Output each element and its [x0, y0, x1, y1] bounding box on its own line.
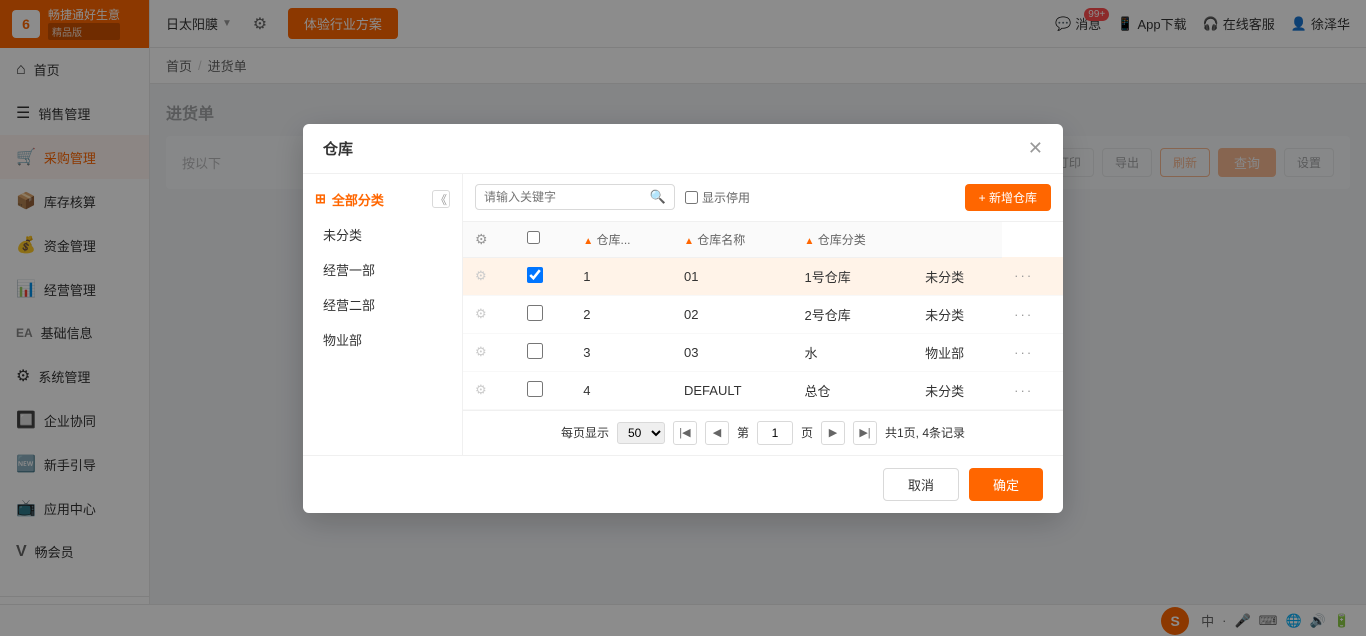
row-name: 2号仓库 [793, 295, 914, 333]
row-category: 未分类 [913, 295, 1002, 333]
row-code: DEFAULT [672, 371, 793, 409]
table-row[interactable]: ⚙ 4 DEFAULT 总仓 未分类 ··· [463, 371, 1063, 409]
next-page-button[interactable]: ▶ [821, 421, 845, 445]
row-index: 1 [571, 257, 672, 295]
row-action-dots[interactable]: ··· [1014, 268, 1033, 283]
row-gear-cell: ⚙ [463, 333, 515, 371]
category-header[interactable]: ⊞ 全部分类 《 [303, 182, 462, 217]
table-row[interactable]: ⚙ 3 03 水 物业部 ··· [463, 333, 1063, 371]
sort-name-icon: ▲ [684, 236, 694, 247]
col-code[interactable]: ▲ 仓库... [571, 222, 672, 258]
collapse-button[interactable]: 《 [432, 190, 450, 208]
row-gear-cell: ⚙ [463, 295, 515, 333]
row-category: 物业部 [913, 333, 1002, 371]
row-name: 1号仓库 [793, 257, 914, 295]
category-item-ops1[interactable]: 经营一部 [303, 252, 462, 287]
row-code: 03 [672, 333, 793, 371]
col-name[interactable]: ▲ 仓库名称 [672, 222, 793, 258]
last-page-button[interactable]: ▶| [853, 421, 877, 445]
cancel-button[interactable]: 取消 [883, 468, 959, 501]
row-checkbox-cell [515, 257, 572, 295]
category-panel: ⊞ 全部分类 《 未分类 经营一部 经营二部 物业部 [303, 174, 463, 455]
dialog-body: ⊞ 全部分类 《 未分类 经营一部 经营二部 物业部 🔍 [303, 174, 1063, 455]
page-number-input[interactable] [757, 421, 793, 445]
row-name: 水 [793, 333, 914, 371]
row-gear-cell: ⚙ [463, 257, 515, 295]
dialog-title: 仓库 [323, 138, 353, 159]
table-header-row: ⚙ ▲ 仓库... ▲ 仓库名称 ▲ 仓库分类 [463, 222, 1063, 258]
per-page-select[interactable]: 50 [617, 422, 665, 444]
row-gear-icon: ⚙ [475, 306, 487, 321]
category-item-unclassified[interactable]: 未分类 [303, 217, 462, 252]
row-action-dots[interactable]: ··· [1014, 383, 1033, 398]
table-row[interactable]: ⚙ 1 01 1号仓库 未分类 ··· [463, 257, 1063, 295]
row-gear-cell: ⚙ [463, 371, 515, 409]
dialog-close-button[interactable]: ✕ [1028, 138, 1043, 159]
page-label-post: 页 [801, 424, 813, 441]
warehouse-table: ⚙ ▲ 仓库... ▲ 仓库名称 ▲ 仓库分类 ⚙ 1 01 1号 [463, 222, 1063, 410]
grid-icon: ⊞ [315, 191, 326, 207]
row-checkbox[interactable] [527, 267, 543, 283]
row-action-dots[interactable]: ··· [1014, 345, 1033, 360]
col-checkbox [515, 222, 572, 258]
warehouse-dialog: 仓库 ✕ ⊞ 全部分类 《 未分类 经营一部 经营二部 物业部 [303, 124, 1063, 513]
row-category: 未分类 [913, 371, 1002, 409]
pagination-bar: 每页显示 50 |◀ ◀ 第 页 ▶ ▶| 共1页, 4条记录 [463, 410, 1063, 455]
gear-header-icon: ⚙ [475, 231, 488, 247]
prev-page-button[interactable]: ◀ [705, 421, 729, 445]
row-checkbox-cell [515, 295, 572, 333]
page-label-pre: 第 [737, 424, 749, 441]
show-disabled-checkbox[interactable] [685, 191, 698, 204]
row-actions: ··· [1002, 371, 1063, 409]
dialog-header: 仓库 ✕ [303, 124, 1063, 174]
search-box: 🔍 [475, 184, 675, 210]
col-gear: ⚙ [463, 222, 515, 258]
warehouse-data-table: ⚙ ▲ 仓库... ▲ 仓库名称 ▲ 仓库分类 ⚙ 1 01 1号 [463, 222, 1063, 410]
sort-cat-icon: ▲ [805, 236, 815, 247]
list-toolbar: 🔍 显示停用 + 新增仓库 [463, 174, 1063, 222]
row-code: 01 [672, 257, 793, 295]
add-warehouse-button[interactable]: + 新增仓库 [965, 184, 1051, 211]
total-info: 共1页, 4条记录 [885, 424, 965, 441]
category-header-label: 全部分类 [332, 190, 384, 209]
col-actions [913, 222, 1002, 258]
row-actions: ··· [1002, 295, 1063, 333]
table-row[interactable]: ⚙ 2 02 2号仓库 未分类 ··· [463, 295, 1063, 333]
row-gear-icon: ⚙ [475, 382, 487, 397]
col-category[interactable]: ▲ 仓库分类 [793, 222, 914, 258]
category-item-property[interactable]: 物业部 [303, 322, 462, 357]
sort-icon: ▲ [583, 236, 593, 247]
show-disabled-label[interactable]: 显示停用 [685, 189, 750, 206]
row-checkbox-cell [515, 333, 572, 371]
per-page-label: 每页显示 [561, 424, 609, 441]
confirm-button[interactable]: 确定 [969, 468, 1043, 501]
search-icon[interactable]: 🔍 [650, 189, 666, 205]
row-index: 3 [571, 333, 672, 371]
row-gear-icon: ⚙ [475, 268, 487, 283]
row-code: 02 [672, 295, 793, 333]
select-all-checkbox[interactable] [527, 231, 540, 244]
row-actions: ··· [1002, 333, 1063, 371]
modal-overlay: 仓库 ✕ ⊞ 全部分类 《 未分类 经营一部 经营二部 物业部 [0, 0, 1366, 636]
row-actions: ··· [1002, 257, 1063, 295]
row-gear-icon: ⚙ [475, 344, 487, 359]
row-category: 未分类 [913, 257, 1002, 295]
row-checkbox[interactable] [527, 343, 543, 359]
row-name: 总仓 [793, 371, 914, 409]
search-input[interactable] [484, 190, 644, 204]
row-action-dots[interactable]: ··· [1014, 307, 1033, 322]
row-index: 2 [571, 295, 672, 333]
first-page-button[interactable]: |◀ [673, 421, 697, 445]
row-index: 4 [571, 371, 672, 409]
row-checkbox[interactable] [527, 381, 543, 397]
row-checkbox-cell [515, 371, 572, 409]
row-checkbox[interactable] [527, 305, 543, 321]
list-panel: 🔍 显示停用 + 新增仓库 ⚙ [463, 174, 1063, 455]
dialog-footer: 取消 确定 [303, 455, 1063, 513]
category-item-ops2[interactable]: 经营二部 [303, 287, 462, 322]
